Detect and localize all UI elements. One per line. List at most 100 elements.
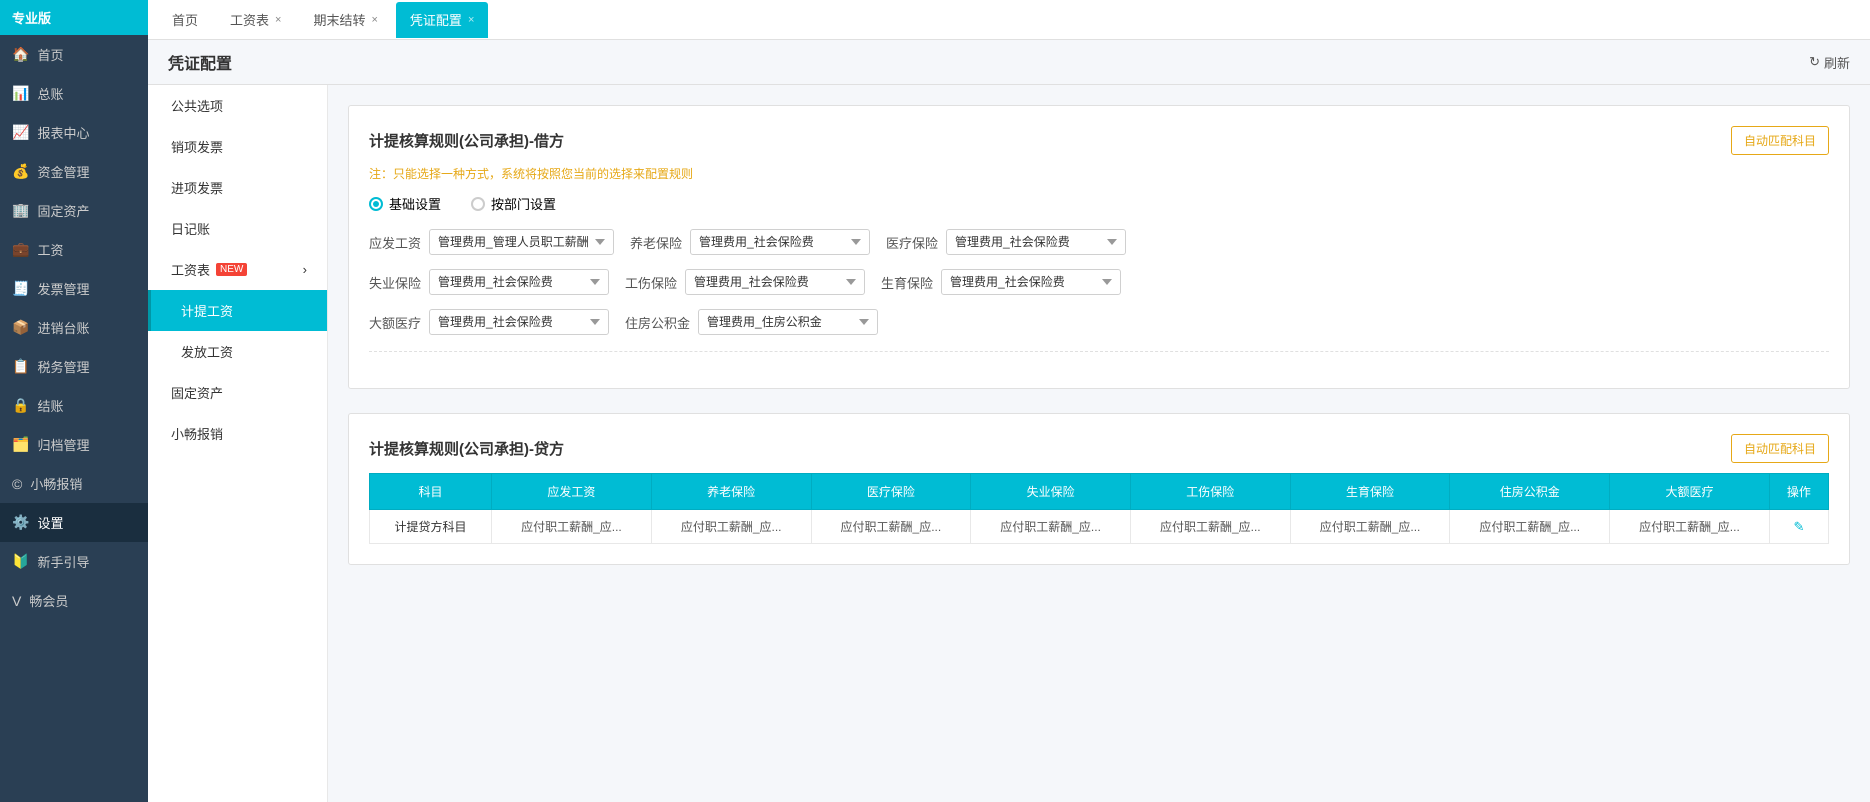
new-badge: NEW [216, 263, 247, 276]
cell-subject: 计提贷方科目 [370, 510, 492, 544]
tab-home-label: 首页 [172, 10, 198, 29]
col-housing-fund: 住房公积金 [1450, 474, 1610, 510]
col-wages: 应发工资 [492, 474, 652, 510]
maternity-select[interactable]: 管理费用_社会保险费 [941, 269, 1121, 295]
maternity-label: 生育保险 [881, 273, 933, 292]
cell-medical: 应付职工薪酬_应... [811, 510, 971, 544]
big-medical-label: 大额医疗 [369, 313, 421, 332]
credit-auto-match-button[interactable]: 自动匹配科目 [1731, 434, 1829, 463]
refresh-button[interactable]: ↻ 刷新 [1809, 53, 1850, 72]
sidebar-item-xiaochang[interactable]: © 小畅报销 [0, 464, 148, 503]
cell-maternity: 应付职工薪酬_应... [1290, 510, 1450, 544]
tab-voucher-config-label: 凭证配置 [410, 10, 462, 29]
sub-nav-journal[interactable]: 日记账 [148, 208, 327, 249]
wages-label: 应发工资 [369, 233, 421, 252]
credit-table-header-row: 科目 应发工资 养老保险 医疗保险 失业保险 工伤保险 生育保险 住房公积金 大… [370, 474, 1829, 510]
radio-dept[interactable]: 按部门设置 [471, 194, 556, 213]
wages-select[interactable]: 管理费用_管理人员职工薪酬 [429, 229, 614, 255]
sidebar-item-settings[interactable]: ⚙️ 设置 [0, 503, 148, 542]
sidebar-item-label: 归档管理 [37, 435, 89, 454]
sub-nav-public[interactable]: 公共选项 [148, 85, 327, 126]
debit-auto-match-button[interactable]: 自动匹配科目 [1731, 126, 1829, 155]
sub-nav-fixed-assets[interactable]: 固定资产 [148, 372, 327, 413]
sub-nav-salary-table[interactable]: 工资表 NEW › [148, 249, 327, 290]
invoice-icon: 🧾 [12, 280, 29, 297]
sidebar-item-ledger[interactable]: 📊 总账 [0, 74, 148, 113]
sidebar-item-label: 发票管理 [37, 279, 89, 298]
unemployment-select[interactable]: 管理费用_社会保险费 [429, 269, 609, 295]
cell-big-medical: 应付职工薪酬_应... [1610, 510, 1770, 544]
tax-icon: 📋 [12, 358, 29, 375]
sidebar-item-close[interactable]: 🔒 结账 [0, 386, 148, 425]
tab-home[interactable]: 首页 [158, 2, 212, 38]
injury-label: 工伤保险 [625, 273, 677, 292]
tab-salary-table-label: 工资表 [230, 10, 269, 29]
unemployment-label: 失业保险 [369, 273, 421, 292]
tab-voucher-config-close[interactable]: × [468, 14, 474, 26]
form-item-medical: 医疗保险 管理费用_社会保险费 [886, 229, 1126, 255]
cell-action[interactable]: ✎ [1769, 510, 1828, 544]
col-medical: 医疗保险 [811, 474, 971, 510]
pension-label: 养老保险 [630, 233, 682, 252]
sub-nav-expense[interactable]: 小畅报销 [148, 413, 327, 454]
page-title: 凭证配置 [168, 50, 232, 74]
sub-nav-purchase-invoice[interactable]: 进项发票 [148, 167, 327, 208]
sub-nav-pay-salary[interactable]: 发放工资 [148, 331, 327, 372]
tab-salary-table-close[interactable]: × [275, 14, 281, 26]
sidebar-item-label: 资金管理 [37, 162, 89, 181]
pension-select[interactable]: 管理费用_社会保险费 [690, 229, 870, 255]
sidebar-item-archive[interactable]: 🗂️ 归档管理 [0, 425, 148, 464]
sidebar-item-guide[interactable]: 🔰 新手引导 [0, 542, 148, 581]
purchase-icon: 📦 [12, 319, 29, 336]
sidebar-item-label: 畅会员 [29, 591, 68, 610]
sidebar-item-label: 新手引导 [37, 552, 89, 571]
archive-icon: 🗂️ [12, 436, 29, 453]
sub-nav-calc-salary[interactable]: 计提工资 [148, 290, 327, 331]
tab-period-end-close[interactable]: × [371, 14, 377, 26]
sidebar-item-label: 小畅报销 [30, 474, 82, 493]
tab-salary-table[interactable]: 工资表 × [216, 2, 295, 38]
radio-basic-label: 基础设置 [389, 194, 441, 213]
tab-period-end[interactable]: 期末结转 × [299, 2, 391, 38]
home-icon: 🏠 [12, 46, 29, 63]
debit-notice: 注：只能选择一种方式，系统将按照您当前的选择来配置规则 [369, 165, 1829, 182]
sidebar-item-label: 固定资产 [37, 201, 89, 220]
housing-fund-label: 住房公积金 [625, 313, 690, 332]
col-unemployment: 失业保险 [971, 474, 1131, 510]
form-row-3: 大额医疗 管理费用_社会保险费 住房公积金 管理费用_住房公积金 [369, 309, 1829, 335]
sidebar-item-label: 设置 [37, 513, 63, 532]
sub-nav-sales-invoice[interactable]: 销项发票 [148, 126, 327, 167]
radio-basic-circle [369, 197, 383, 211]
radio-basic[interactable]: 基础设置 [369, 194, 441, 213]
capital-icon: 💰 [12, 163, 29, 180]
table-row: 计提贷方科目 应付职工薪酬_应... 应付职工薪酬_应... 应付职工薪酬_应.… [370, 510, 1829, 544]
tab-voucher-config[interactable]: 凭证配置 × [396, 2, 488, 38]
injury-select[interactable]: 管理费用_社会保险费 [685, 269, 865, 295]
cell-housing-fund: 应付职工薪酬_应... [1450, 510, 1610, 544]
row-edit-button[interactable]: ✎ [1793, 519, 1804, 535]
col-subject: 科目 [370, 474, 492, 510]
sidebar-item-salary[interactable]: 💼 工资 [0, 230, 148, 269]
sidebar-item-invoice[interactable]: 🧾 发票管理 [0, 269, 148, 308]
sidebar-item-assets[interactable]: 🏢 固定资产 [0, 191, 148, 230]
sidebar-item-tax[interactable]: 📋 税务管理 [0, 347, 148, 386]
sidebar-item-purchase[interactable]: 📦 进销台账 [0, 308, 148, 347]
settings-icon: ⚙️ [12, 514, 29, 531]
report-icon: 📈 [12, 124, 29, 141]
form-item-maternity: 生育保险 管理费用_社会保险费 [881, 269, 1121, 295]
medical-select[interactable]: 管理费用_社会保险费 [946, 229, 1126, 255]
sidebar-item-report[interactable]: 📈 报表中心 [0, 113, 148, 152]
big-medical-select[interactable]: 管理费用_社会保险费 [429, 309, 609, 335]
sidebar-header: 专业版 [0, 0, 148, 35]
housing-fund-select[interactable]: 管理费用_住房公积金 [698, 309, 878, 335]
form-row-1: 应发工资 管理费用_管理人员职工薪酬 养老保险 管理费用_社会保险费 医疗保险 [369, 229, 1829, 255]
main-area: 首页 工资表 × 期末结转 × 凭证配置 × 凭证配置 ↻ 刷新 公共选项 [148, 0, 1870, 802]
sidebar-item-label: 进销台账 [37, 318, 89, 337]
debit-divider [369, 351, 1829, 352]
sidebar-item-capital[interactable]: 💰 资金管理 [0, 152, 148, 191]
content-wrapper: 公共选项 销项发票 进项发票 日记账 工资表 NEW › 计提工资 发放工资 [148, 85, 1870, 802]
col-big-medical: 大额医疗 [1610, 474, 1770, 510]
sidebar-item-home[interactable]: 🏠 首页 [0, 35, 148, 74]
col-action: 操作 [1769, 474, 1828, 510]
sidebar-item-vip[interactable]: V 畅会员 [0, 581, 148, 620]
